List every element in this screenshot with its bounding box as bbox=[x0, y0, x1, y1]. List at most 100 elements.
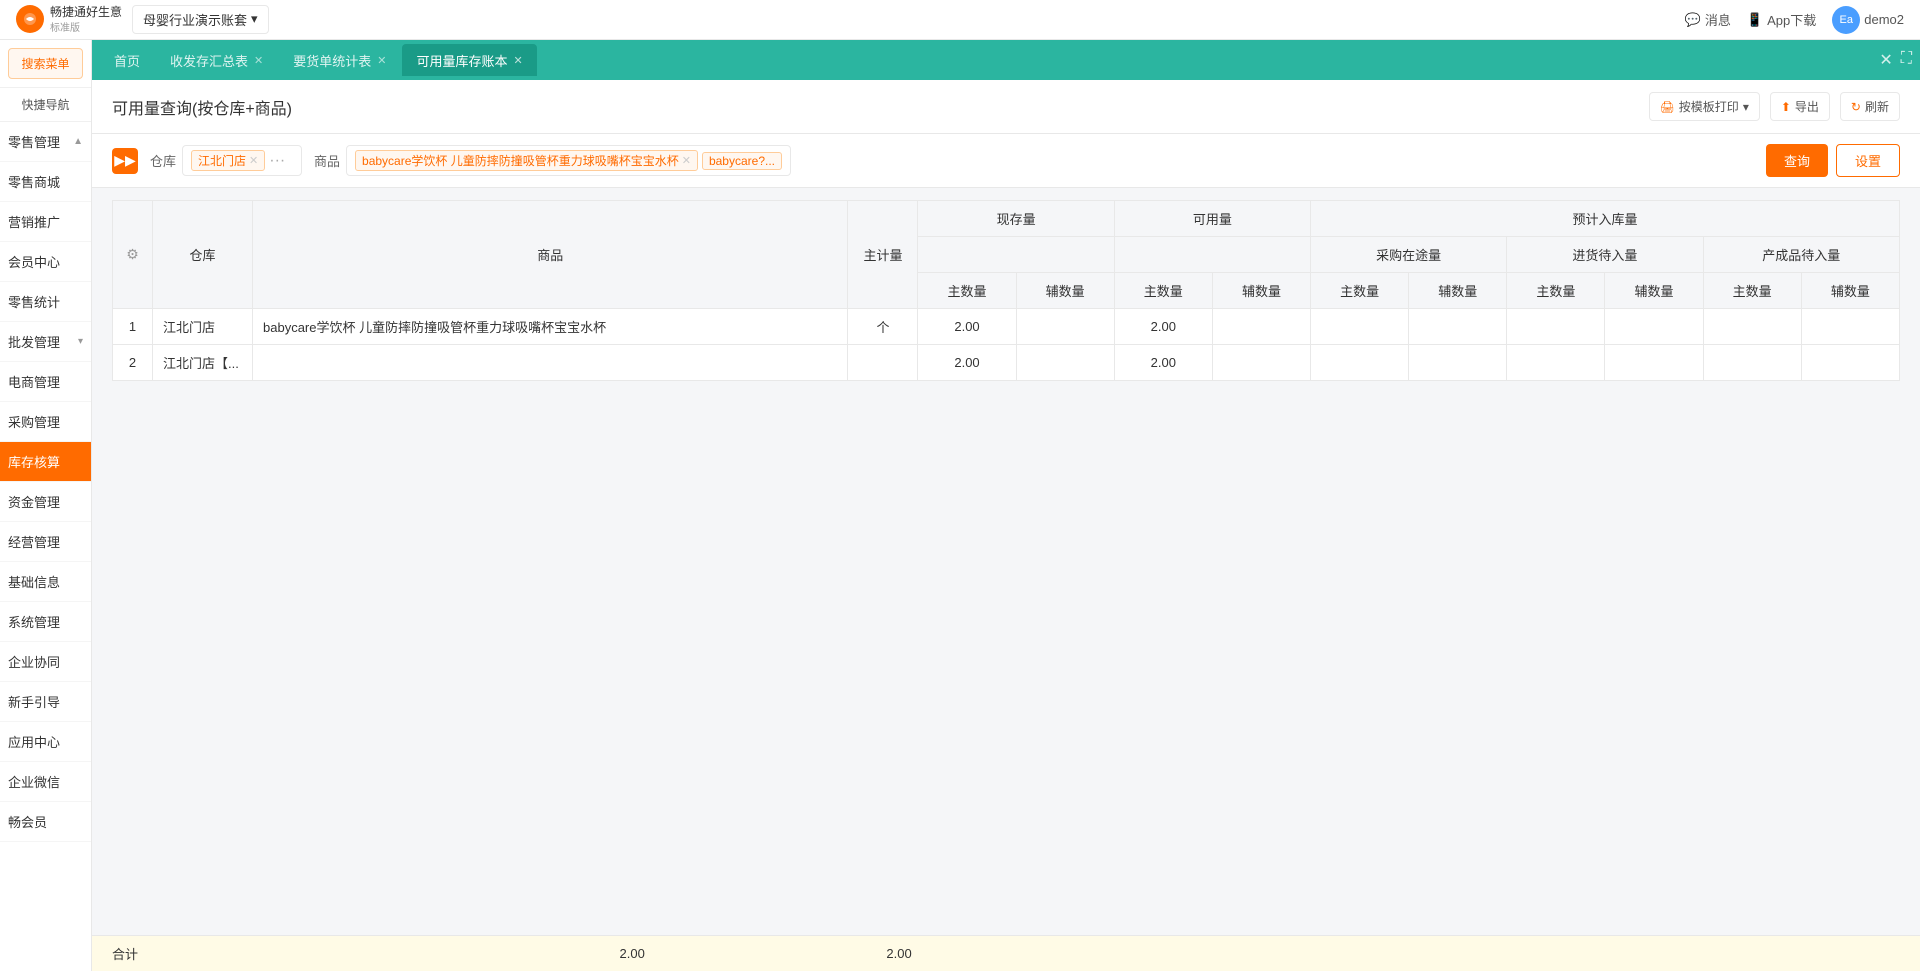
warehouse-more-icon[interactable]: ··· bbox=[269, 152, 285, 170]
sidebar-item-label: 资金管理 bbox=[8, 492, 60, 511]
top-bar-left: 畅捷通好生意 标准版 母婴行业演示账套 ▾ bbox=[16, 5, 269, 34]
warehouse-tag-value: 江北门店 bbox=[198, 152, 246, 169]
product-tag2-value: babycare?... bbox=[709, 154, 775, 168]
filter-toggle-btn[interactable]: ▶▶ bbox=[112, 148, 138, 174]
sidebar-item-sys-mgmt[interactable]: 系统管理 bbox=[0, 602, 91, 642]
row1-prod-main bbox=[1703, 309, 1801, 345]
sidebar-item-basic-info[interactable]: 基础信息 bbox=[0, 562, 91, 602]
sidebar-item-wholesale-mgmt[interactable]: 批发管理 ▾ bbox=[0, 322, 91, 362]
th-prod-main: 主数量 bbox=[1703, 273, 1801, 309]
app-download-btn[interactable]: 📱 App下载 bbox=[1747, 10, 1816, 29]
row2-available-main: 2.00 bbox=[1114, 345, 1212, 381]
export-btn[interactable]: ⬆ 导出 bbox=[1770, 92, 1830, 121]
sidebar-item-retail-stats[interactable]: 零售统计 bbox=[0, 282, 91, 322]
main-layout: 搜索菜单 快捷导航 零售管理 ▲ 零售商城 营销推广 会员中心 零售统计 批发管… bbox=[0, 40, 1920, 971]
tab-fullscreen-btn[interactable]: ⛶ bbox=[1901, 50, 1912, 70]
th-pp-main: 主数量 bbox=[1507, 273, 1605, 309]
sidebar-search-area: 搜索菜单 bbox=[0, 40, 91, 88]
sidebar-item-member[interactable]: 畅会员 bbox=[0, 802, 91, 842]
sidebar-nav-btn[interactable]: 快捷导航 bbox=[0, 88, 91, 122]
message-icon: 💬 bbox=[1685, 12, 1701, 28]
print-template-label: 按模板打印 bbox=[1679, 98, 1739, 115]
tab-close-all-btn[interactable]: ✕ bbox=[1879, 50, 1892, 70]
sidebar-item-ecommerce-mgmt[interactable]: 电商管理 bbox=[0, 362, 91, 402]
page-content: 可用量查询(按仓库+商品) 🖨 按模板打印 ▾ ⬆ 导出 ↻ 刷新 bbox=[92, 80, 1920, 971]
refresh-icon: ↻ bbox=[1851, 100, 1861, 114]
footer-available-main: 2.00 bbox=[832, 946, 965, 961]
tab-available-ledger-close[interactable]: ✕ bbox=[514, 54, 523, 67]
th-pt-aux: 辅数量 bbox=[1409, 273, 1507, 309]
chevron-up-icon: ▲ bbox=[73, 136, 83, 147]
th-warehouse: 仓库 bbox=[153, 201, 253, 309]
sidebar-item-retail-mall[interactable]: 零售商城 bbox=[0, 162, 91, 202]
sidebar-search-btn[interactable]: 搜索菜单 bbox=[8, 48, 83, 79]
page-title: 可用量查询(按仓库+商品) bbox=[112, 95, 292, 119]
sidebar-item-label: 电商管理 bbox=[8, 372, 60, 391]
top-bar: 畅捷通好生意 标准版 母婴行业演示账套 ▾ 💬 消息 📱 App下载 Ea de… bbox=[0, 0, 1920, 40]
th-purchase-pending: 进货待入量 bbox=[1507, 237, 1703, 273]
company-name: 母婴行业演示账套 bbox=[143, 10, 247, 29]
th-available-aux-qty: 辅数量 bbox=[1212, 273, 1310, 309]
sidebar-item-member-center[interactable]: 会员中心 bbox=[0, 242, 91, 282]
user-area[interactable]: Ea demo2 bbox=[1832, 6, 1904, 34]
sidebar-item-enterprise-wechat[interactable]: 企业微信 bbox=[0, 762, 91, 802]
sidebar-item-label: 零售管理 bbox=[8, 132, 60, 151]
app-download-label: App下载 bbox=[1767, 10, 1816, 29]
tab-recv-summary-close[interactable]: ✕ bbox=[254, 54, 263, 67]
warehouse-tag-close[interactable]: ✕ bbox=[249, 154, 258, 167]
query-btn[interactable]: 查询 bbox=[1766, 144, 1828, 177]
th-current-main-qty: 主数量 bbox=[918, 273, 1016, 309]
row1-pt-main bbox=[1311, 309, 1409, 345]
tab-home[interactable]: 首页 bbox=[100, 44, 154, 76]
sidebar-item-purchase-mgmt[interactable]: 采购管理 bbox=[0, 402, 91, 442]
row2-prod-main bbox=[1703, 345, 1801, 381]
row1-no: 1 bbox=[113, 309, 153, 345]
product-tag1-close[interactable]: ✕ bbox=[682, 154, 691, 167]
sidebar-item-marketing[interactable]: 营销推广 bbox=[0, 202, 91, 242]
sidebar-item-new-guide[interactable]: 新手引导 bbox=[0, 682, 91, 722]
sidebar-item-label: 系统管理 bbox=[8, 612, 60, 631]
warehouse-input[interactable]: 江北门店 ✕ ··· bbox=[182, 145, 302, 176]
settings-gear-icon[interactable]: ⚙ bbox=[126, 246, 139, 262]
sidebar-item-label: 会员中心 bbox=[8, 252, 60, 271]
sidebar-item-app-center[interactable]: 应用中心 bbox=[0, 722, 91, 762]
tab-recv-summary[interactable]: 收发存汇总表 ✕ bbox=[156, 44, 277, 76]
refresh-btn[interactable]: ↻ 刷新 bbox=[1840, 92, 1900, 121]
th-planned-inbound: 预计入库量 bbox=[1311, 201, 1900, 237]
tab-available-ledger-label: 可用量库存账本 bbox=[416, 51, 507, 70]
sidebar: 搜索菜单 快捷导航 零售管理 ▲ 零售商城 营销推广 会员中心 零售统计 批发管… bbox=[0, 40, 92, 971]
th-available-main-qty: 主数量 bbox=[1114, 273, 1212, 309]
th-prod-aux: 辅数量 bbox=[1801, 273, 1899, 309]
message-btn[interactable]: 💬 消息 bbox=[1685, 10, 1731, 29]
tab-order-stats-close[interactable]: ✕ bbox=[377, 54, 386, 67]
row1-current-main: 2.00 bbox=[918, 309, 1016, 345]
print-template-btn[interactable]: 🖨 按模板打印 ▾ bbox=[1649, 92, 1760, 121]
th-current-aux-qty: 辅数量 bbox=[1016, 273, 1114, 309]
product-input[interactable]: babycare学饮杯 儿童防摔防撞吸管杯重力球吸嘴杯宝宝水杯 ✕ babyca… bbox=[346, 145, 791, 176]
avatar: Ea bbox=[1832, 6, 1860, 34]
row2-pp-main bbox=[1507, 345, 1605, 381]
sidebar-item-ops-mgmt[interactable]: 经营管理 bbox=[0, 522, 91, 562]
export-icon: ⬆ bbox=[1781, 100, 1791, 114]
sidebar-item-enterprise-collab[interactable]: 企业协同 bbox=[0, 642, 91, 682]
company-selector[interactable]: 母婴行业演示账套 ▾ bbox=[132, 5, 269, 34]
tab-available-ledger[interactable]: 可用量库存账本 ✕ bbox=[402, 44, 536, 76]
tab-order-stats[interactable]: 要货单统计表 ✕ bbox=[279, 44, 400, 76]
row1-prod-aux bbox=[1801, 309, 1899, 345]
th-available: 可用量 bbox=[1114, 201, 1310, 237]
row1-pp-aux bbox=[1605, 309, 1703, 345]
row2-pp-aux bbox=[1605, 345, 1703, 381]
page-header: 可用量查询(按仓库+商品) 🖨 按模板打印 ▾ ⬆ 导出 ↻ 刷新 bbox=[92, 80, 1920, 134]
sidebar-item-finance-mgmt[interactable]: 资金管理 bbox=[0, 482, 91, 522]
sidebar-item-label: 零售统计 bbox=[8, 292, 60, 311]
sidebar-item-retail-mgmt[interactable]: 零售管理 ▲ bbox=[0, 122, 91, 162]
row2-unit bbox=[848, 345, 918, 381]
setting-btn[interactable]: 设置 bbox=[1836, 144, 1900, 177]
tab-bar: 首页 收发存汇总表 ✕ 要货单统计表 ✕ 可用量库存账本 ✕ ✕ ⛶ bbox=[92, 40, 1920, 80]
sidebar-item-label: 库存核算 bbox=[8, 452, 60, 471]
row2-no: 2 bbox=[113, 345, 153, 381]
sidebar-item-inventory[interactable]: 库存核算 bbox=[0, 442, 91, 482]
th-available-sub bbox=[1114, 237, 1310, 273]
th-product: 商品 bbox=[253, 201, 848, 309]
message-label: 消息 bbox=[1705, 10, 1731, 29]
